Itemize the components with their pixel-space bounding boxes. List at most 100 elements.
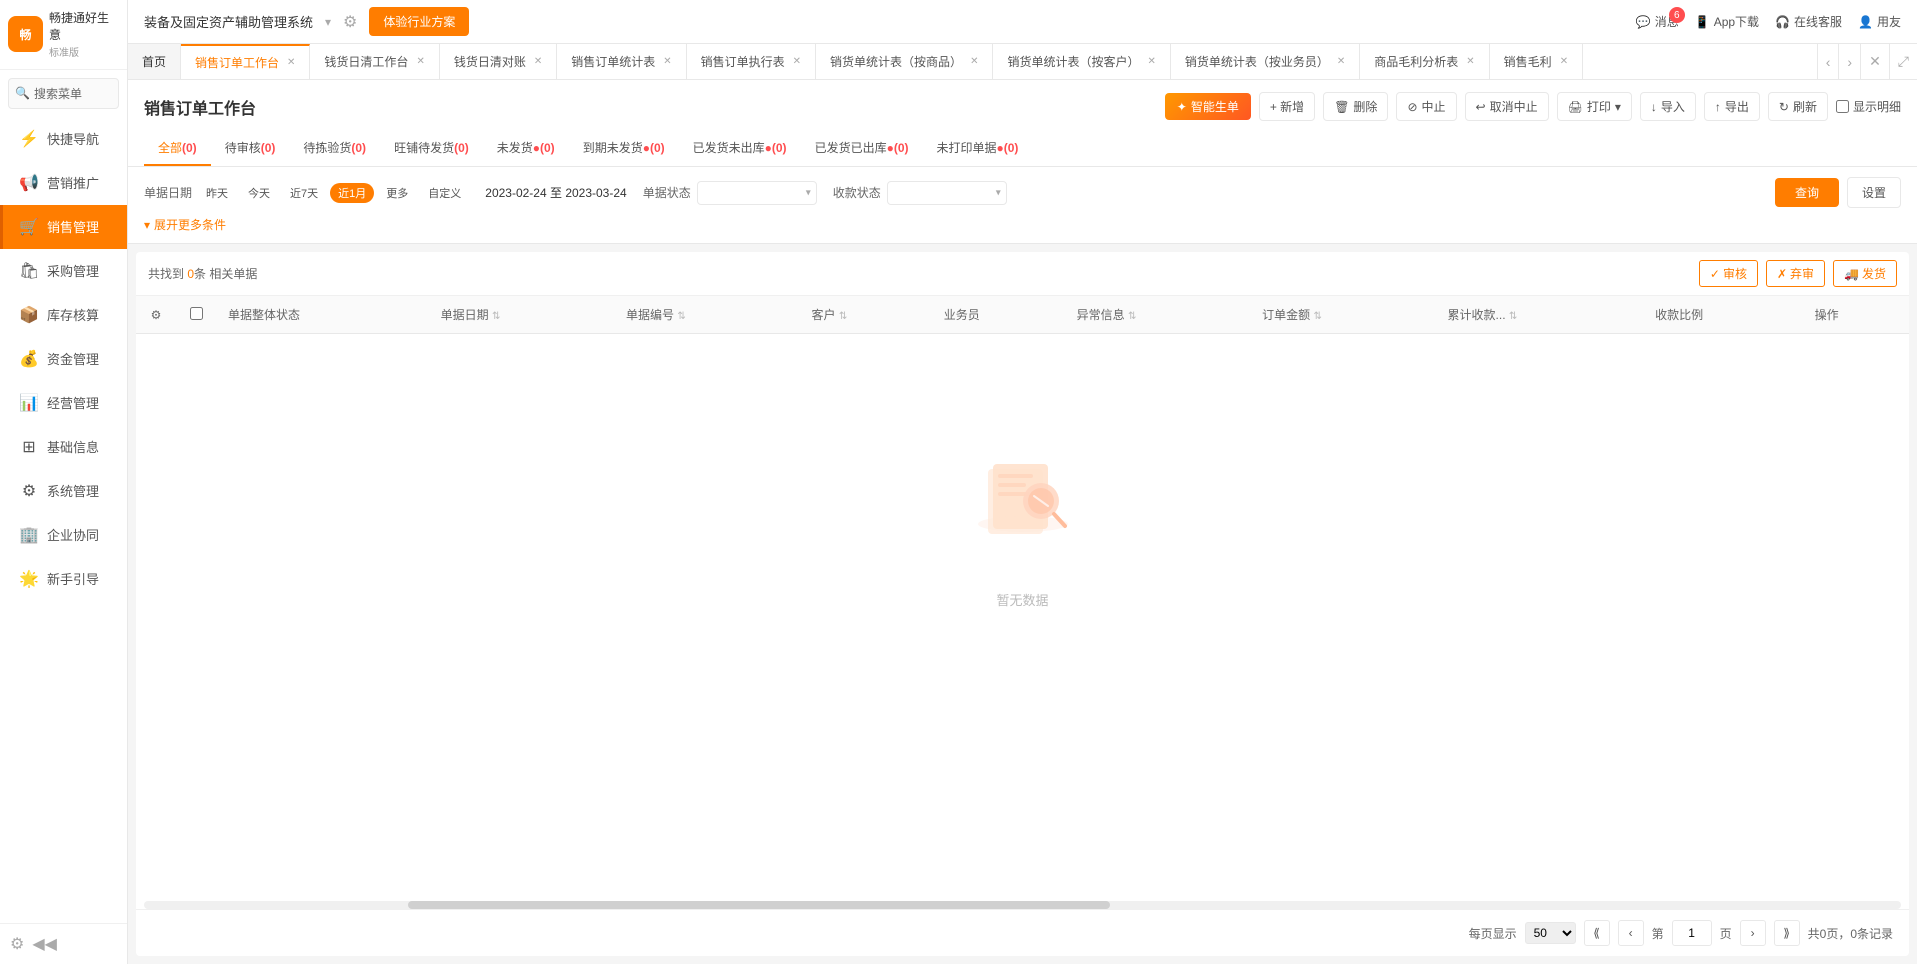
th-settings[interactable]: ⚙ bbox=[136, 296, 176, 334]
prev-page-button[interactable]: ‹ bbox=[1618, 920, 1644, 946]
tab-close-icon[interactable]: ✕ bbox=[970, 56, 978, 67]
topbar-settings-icon[interactable]: ⚙ bbox=[343, 12, 357, 32]
filter-settings-button[interactable]: 设置 bbox=[1847, 177, 1901, 208]
th-number[interactable]: 单据编号 ⇅ bbox=[614, 296, 799, 334]
subtab-shipped-not-out[interactable]: 已发货未出库●(0) bbox=[679, 131, 801, 166]
sidebar-item-finance[interactable]: 💰 资金管理 bbox=[0, 337, 127, 381]
tab-close-icon[interactable]: ✕ bbox=[1147, 56, 1155, 67]
tab-prev-button[interactable]: ‹ bbox=[1817, 44, 1839, 79]
sidebar-item-base[interactable]: ⊞ 基础信息 bbox=[0, 425, 127, 469]
subtab-wangpu-ship[interactable]: 旺铺待发货(0) bbox=[380, 131, 483, 166]
tab-label: 商品毛利分析表 bbox=[1374, 53, 1458, 70]
subtab-shipped-out[interactable]: 已发货已出库●(0) bbox=[801, 131, 923, 166]
subtab-overdue-ship[interactable]: 到期未发货●(0) bbox=[569, 131, 679, 166]
tab-close-icon[interactable]: ✕ bbox=[1466, 56, 1474, 67]
th-customer[interactable]: 客户 ⇅ bbox=[799, 296, 931, 334]
tab-close-icon[interactable]: ✕ bbox=[1560, 56, 1568, 67]
show-detail-label[interactable]: 显示明细 bbox=[1836, 98, 1901, 115]
th-exception[interactable]: 异常信息 ⇅ bbox=[1065, 296, 1250, 334]
collapse-icon[interactable]: ◀◀ bbox=[32, 934, 57, 954]
date-option-more[interactable]: 更多 bbox=[378, 183, 416, 203]
horizontal-scrollbar[interactable] bbox=[144, 901, 1901, 909]
page-number-input[interactable] bbox=[1672, 920, 1712, 946]
tab-cash-daily[interactable]: 钱货日清工作台 ✕ bbox=[310, 44, 439, 79]
tab-sales-staff[interactable]: 销货单统计表（按业务员） ✕ bbox=[1171, 44, 1360, 79]
user-menu-button[interactable]: 👤 用友 bbox=[1858, 13, 1901, 30]
tab-sales-customer[interactable]: 销货单统计表（按客户） ✕ bbox=[993, 44, 1170, 79]
import-button[interactable]: ↓ 导入 bbox=[1640, 92, 1696, 121]
tab-close-icon[interactable]: ✕ bbox=[416, 56, 424, 67]
status-select[interactable] bbox=[697, 181, 817, 205]
query-button[interactable]: 查询 bbox=[1775, 178, 1839, 207]
th-staff[interactable]: 业务员 bbox=[932, 296, 1065, 334]
th-date[interactable]: 单据日期 ⇅ bbox=[429, 296, 614, 334]
stop-button[interactable]: ⊘ 中止 bbox=[1396, 92, 1456, 121]
date-option-yesterday[interactable]: 昨天 bbox=[198, 183, 236, 203]
online-service-button[interactable]: 🎧 在线客服 bbox=[1775, 13, 1842, 30]
message-button[interactable]: 💬 消息 6 bbox=[1636, 13, 1679, 30]
th-checkbox[interactable] bbox=[176, 296, 216, 334]
tab-close-all-button[interactable]: ✕ bbox=[1860, 44, 1889, 79]
tab-close-icon[interactable]: ✕ bbox=[1337, 56, 1345, 67]
tab-order-exec[interactable]: 销售订单执行表 ✕ bbox=[687, 44, 816, 79]
sidebar-item-system[interactable]: ⚙ 系统管理 bbox=[0, 469, 127, 513]
show-detail-checkbox[interactable] bbox=[1836, 100, 1849, 113]
print-button[interactable]: 🖨 打印 ▾ bbox=[1557, 92, 1632, 121]
first-page-button[interactable]: ⟪ bbox=[1584, 920, 1610, 946]
tab-sales-product[interactable]: 销货单统计表（按商品） ✕ bbox=[816, 44, 993, 79]
tab-sales-workbench[interactable]: 销售订单工作台 ✕ bbox=[181, 44, 310, 79]
tab-close-icon[interactable]: ✕ bbox=[793, 56, 801, 67]
last-page-button[interactable]: ⟫ bbox=[1774, 920, 1800, 946]
date-option-7days[interactable]: 近7天 bbox=[282, 183, 326, 203]
ship-button[interactable]: 🚚 发货 bbox=[1833, 260, 1897, 287]
scrollbar-thumb[interactable] bbox=[408, 901, 1111, 909]
tab-close-icon[interactable]: ✕ bbox=[534, 56, 542, 67]
ai-create-button[interactable]: ✦ 智能生单 bbox=[1165, 93, 1251, 120]
date-option-today[interactable]: 今天 bbox=[240, 183, 278, 203]
industry-solution-button[interactable]: 体验行业方案 bbox=[369, 7, 469, 36]
tab-next-button[interactable]: › bbox=[1838, 44, 1860, 79]
sidebar-item-marketing[interactable]: 📢 营销推广 bbox=[0, 161, 127, 205]
sidebar-item-purchase[interactable]: 🛍 采购管理 bbox=[0, 249, 127, 293]
subtab-all[interactable]: 全部(0) bbox=[144, 131, 211, 166]
add-button[interactable]: + 新增 bbox=[1259, 92, 1315, 121]
sidebar-item-enterprise[interactable]: 🏢 企业协同 bbox=[0, 513, 127, 557]
sidebar-item-operation[interactable]: 📊 经营管理 bbox=[0, 381, 127, 425]
approve-button[interactable]: ✓ 审核 bbox=[1699, 260, 1758, 287]
logo-icon: 畅 bbox=[8, 16, 43, 52]
revoke-button[interactable]: ✗ 弃审 bbox=[1766, 260, 1825, 287]
select-all-checkbox[interactable] bbox=[190, 307, 203, 320]
date-option-custom[interactable]: 自定义 bbox=[420, 183, 469, 203]
search-menu-button[interactable]: 🔍 搜索菜单 bbox=[8, 78, 119, 109]
page-size-select[interactable]: 50 100 200 bbox=[1525, 922, 1576, 944]
date-option-1month[interactable]: 近1月 bbox=[330, 183, 374, 203]
refresh-button[interactable]: ↻ 刷新 bbox=[1768, 92, 1828, 121]
tab-order-stats[interactable]: 销售订单统计表 ✕ bbox=[557, 44, 686, 79]
delete-button[interactable]: 🗑 删除 bbox=[1323, 92, 1388, 121]
payment-select[interactable] bbox=[887, 181, 1007, 205]
subtab-not-printed[interactable]: 未打印单据●(0) bbox=[923, 131, 1033, 166]
cancel-stop-button[interactable]: ↩ 取消中止 bbox=[1465, 92, 1549, 121]
tab-close-icon[interactable]: ✕ bbox=[663, 56, 671, 67]
tab-fullscreen-button[interactable]: ⤢ bbox=[1889, 44, 1917, 79]
subtab-not-shipped[interactable]: 未发货●(0) bbox=[483, 131, 569, 166]
subtab-pending-check[interactable]: 待拣验货(0) bbox=[289, 131, 380, 166]
th-total-payment[interactable]: 累计收款... ⇅ bbox=[1436, 296, 1644, 334]
next-page-button[interactable]: › bbox=[1740, 920, 1766, 946]
app-download-button[interactable]: 📱 App下载 bbox=[1695, 13, 1759, 30]
expand-filter-button[interactable]: ▾ 展开更多条件 bbox=[144, 216, 226, 233]
tab-cash-reconcile[interactable]: 钱货日清对账 ✕ bbox=[440, 44, 557, 79]
gear-icon[interactable]: ⚙ bbox=[10, 934, 24, 954]
sidebar-item-sales[interactable]: 🛒 销售管理 bbox=[0, 205, 127, 249]
tab-profit[interactable]: 商品毛利分析表 ✕ bbox=[1360, 44, 1489, 79]
tab-home[interactable]: 首页 bbox=[128, 44, 181, 79]
tab-sales-profit[interactable]: 销售毛利 ✕ bbox=[1490, 44, 1583, 79]
subtab-pending-review[interactable]: 待审核(0) bbox=[211, 131, 290, 166]
th-amount[interactable]: 订单金额 ⇅ bbox=[1250, 296, 1435, 334]
sidebar-item-inventory[interactable]: 📦 库存核算 bbox=[0, 293, 127, 337]
dropdown-arrow[interactable]: ▾ bbox=[325, 15, 331, 29]
export-button[interactable]: ↑ 导出 bbox=[1704, 92, 1760, 121]
tab-close-icon[interactable]: ✕ bbox=[287, 57, 295, 68]
sidebar-item-newbie[interactable]: 🌟 新手引导 bbox=[0, 557, 127, 601]
sidebar-item-quicknav[interactable]: ⚡ 快捷导航 bbox=[0, 117, 127, 161]
